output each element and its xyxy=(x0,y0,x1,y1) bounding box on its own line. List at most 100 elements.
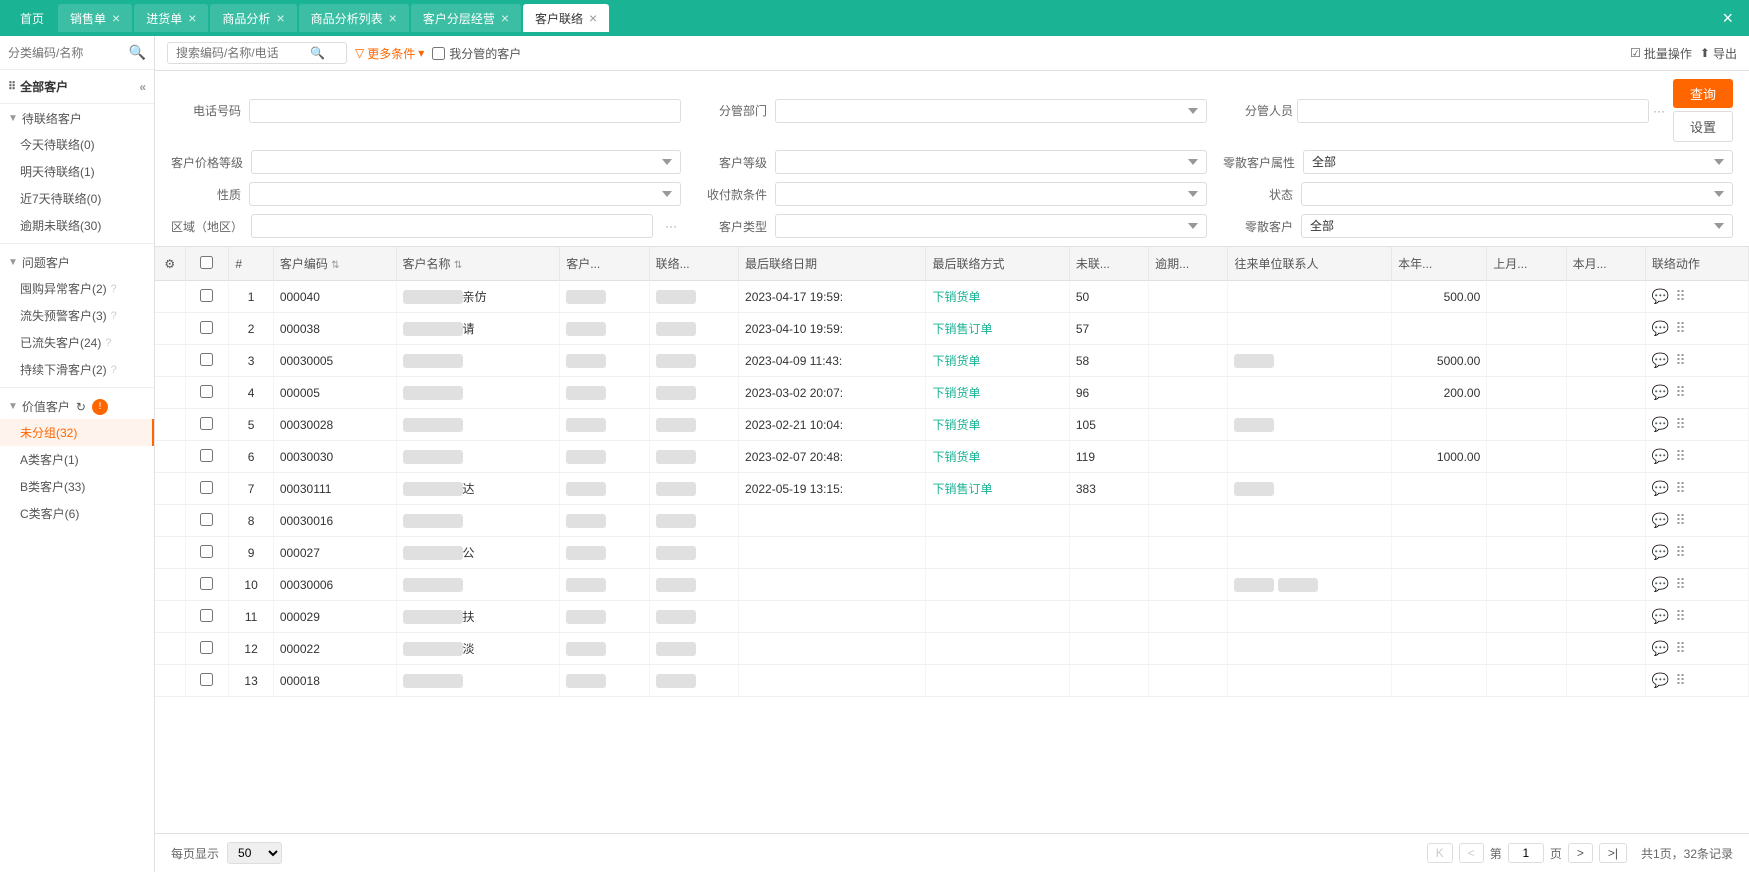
my-customers-filter[interactable]: 我分管的客户 xyxy=(432,45,521,62)
reset-button[interactable]: 设置 xyxy=(1673,111,1733,142)
td-checkbox[interactable] xyxy=(185,281,229,313)
sidebar-item-class-a[interactable]: A类客户(1) xyxy=(0,446,154,473)
sidebar-item-class-c[interactable]: C类客户(6) xyxy=(0,500,154,527)
customer-level-select[interactable] xyxy=(775,150,1207,174)
query-button[interactable]: 查询 xyxy=(1673,79,1733,108)
row-checkbox[interactable] xyxy=(200,289,213,302)
my-customers-checkbox[interactable] xyxy=(432,47,445,60)
sidebar-group-title-pending[interactable]: ▼ 待联络客户 xyxy=(0,104,154,131)
row-checkbox[interactable] xyxy=(200,545,213,558)
grid-action-icon[interactable]: ⠿ xyxy=(1675,384,1685,401)
batch-operation-button[interactable]: ☑ 批量操作 xyxy=(1630,45,1692,62)
grid-action-icon[interactable]: ⠿ xyxy=(1675,448,1685,465)
td-checkbox[interactable] xyxy=(185,345,229,377)
th-last-month[interactable]: 上月... xyxy=(1487,247,1566,281)
td-checkbox[interactable] xyxy=(185,601,229,633)
contact-method-link[interactable]: 下销货单 xyxy=(932,418,980,432)
sidebar-all-customers[interactable]: ⠿ 全部客户 « xyxy=(0,70,154,104)
chat-icon[interactable]: 💬 xyxy=(1652,512,1669,529)
grid-action-icon[interactable]: ⠿ xyxy=(1675,288,1685,305)
last-page-button[interactable]: >| xyxy=(1599,843,1627,863)
collapse-icon[interactable]: « xyxy=(139,80,146,94)
th-checkbox[interactable] xyxy=(185,247,229,281)
sidebar-search-box[interactable]: 🔍 xyxy=(0,36,154,70)
close-icon[interactable]: × xyxy=(276,11,284,25)
close-icon[interactable]: × xyxy=(589,11,597,25)
refresh-icon[interactable]: ↻ xyxy=(76,400,86,414)
th-partner-contacts[interactable]: 往来单位联系人 xyxy=(1228,247,1392,281)
row-checkbox[interactable] xyxy=(200,641,213,654)
td-checkbox[interactable] xyxy=(185,409,229,441)
chat-icon[interactable]: 💬 xyxy=(1652,384,1669,401)
grid-action-icon[interactable]: ⠿ xyxy=(1675,544,1685,561)
chat-icon[interactable]: 💬 xyxy=(1652,640,1669,657)
td-last-contact-method[interactable]: 下销售订单 xyxy=(926,313,1069,345)
contact-method-link[interactable]: 下销货单 xyxy=(932,386,980,400)
contact-method-link[interactable]: 下销货单 xyxy=(932,354,980,368)
td-checkbox[interactable] xyxy=(185,441,229,473)
th-settings[interactable]: ⚙ xyxy=(155,247,185,281)
td-last-contact-method[interactable] xyxy=(926,505,1069,537)
sidebar-group-title-value[interactable]: ▼ 价值客户 ↻ ! xyxy=(0,392,154,419)
sidebar-item-today-pending[interactable]: 今天待联络(0) xyxy=(0,131,154,158)
window-close-icon[interactable]: × xyxy=(1714,8,1741,29)
phone-input[interactable] xyxy=(249,99,681,123)
chat-icon[interactable]: 💬 xyxy=(1652,320,1669,337)
td-last-contact-method[interactable] xyxy=(926,569,1069,601)
td-last-contact-method[interactable] xyxy=(926,601,1069,633)
grid-action-icon[interactable]: ⠿ xyxy=(1675,608,1685,625)
td-last-contact-method[interactable]: 下销货单 xyxy=(926,345,1069,377)
nav-tab-purchase[interactable]: 进货单 × xyxy=(134,4,208,32)
chat-icon[interactable]: 💬 xyxy=(1652,352,1669,369)
retail-attr-select[interactable]: 全部 xyxy=(1303,150,1733,174)
nature-select[interactable] xyxy=(249,182,681,206)
first-page-button[interactable]: K xyxy=(1427,843,1453,863)
td-checkbox[interactable] xyxy=(185,377,229,409)
td-checkbox[interactable] xyxy=(185,537,229,569)
chat-icon[interactable]: 💬 xyxy=(1652,416,1669,433)
search-input[interactable] xyxy=(176,46,306,60)
row-checkbox[interactable] xyxy=(200,353,213,366)
sidebar-item-hoarding-abnormal[interactable]: 囤购异常客户(2) ? xyxy=(0,275,154,302)
row-checkbox[interactable] xyxy=(200,449,213,462)
row-checkbox[interactable] xyxy=(200,417,213,430)
nav-tab-customer-tier[interactable]: 客户分层经营 × xyxy=(411,4,521,32)
td-last-contact-method[interactable]: 下销货单 xyxy=(926,441,1069,473)
sidebar-group-title-problem[interactable]: ▼ 问题客户 xyxy=(0,248,154,275)
th-this-month[interactable]: 本月... xyxy=(1566,247,1645,281)
grid-action-icon[interactable]: ⠿ xyxy=(1675,320,1685,337)
select-all-checkbox[interactable] xyxy=(200,256,213,269)
more-icon[interactable]: ··· xyxy=(661,219,681,233)
chat-icon[interactable]: 💬 xyxy=(1652,576,1669,593)
th-overdue[interactable]: 逾期... xyxy=(1149,247,1228,281)
grid-action-icon[interactable]: ⠿ xyxy=(1675,416,1685,433)
chat-icon[interactable]: 💬 xyxy=(1652,448,1669,465)
chat-icon[interactable]: 💬 xyxy=(1652,672,1669,689)
sidebar-item-churn-warning[interactable]: 流失预警客户(3) ? xyxy=(0,302,154,329)
row-checkbox[interactable] xyxy=(200,385,213,398)
td-checkbox[interactable] xyxy=(185,569,229,601)
row-checkbox[interactable] xyxy=(200,577,213,590)
sidebar-item-declining[interactable]: 持续下滑客户(2) ? xyxy=(0,356,154,383)
td-checkbox[interactable] xyxy=(185,633,229,665)
td-last-contact-method[interactable]: 下销货单 xyxy=(926,409,1069,441)
close-icon[interactable]: × xyxy=(112,11,120,25)
sidebar-item-7days-pending[interactable]: 近7天待联络(0) xyxy=(0,185,154,212)
row-checkbox[interactable] xyxy=(200,513,213,526)
row-checkbox[interactable] xyxy=(200,481,213,494)
th-last-contact-date[interactable]: 最后联络日期 xyxy=(739,247,926,281)
person-input[interactable] xyxy=(1297,99,1649,123)
grid-action-icon[interactable]: ⠿ xyxy=(1675,480,1685,497)
contact-method-link[interactable]: 下销货单 xyxy=(932,290,980,304)
td-last-contact-method[interactable]: 下销售订单 xyxy=(926,473,1069,505)
th-customer-code[interactable]: 客户编码 ⇅ xyxy=(273,247,396,281)
sidebar-item-tomorrow-pending[interactable]: 明天待联络(1) xyxy=(0,158,154,185)
dept-select[interactable] xyxy=(775,99,1207,123)
th-no-contact-days[interactable]: 未联... xyxy=(1069,247,1148,281)
th-customer-name[interactable]: 客户名称 ⇅ xyxy=(396,247,560,281)
page-number-input[interactable] xyxy=(1508,843,1544,863)
th-customer-type[interactable]: 客户... xyxy=(560,247,649,281)
td-checkbox[interactable] xyxy=(185,505,229,537)
contact-method-link[interactable]: 下销售订单 xyxy=(932,482,992,496)
grid-action-icon[interactable]: ⠿ xyxy=(1675,352,1685,369)
